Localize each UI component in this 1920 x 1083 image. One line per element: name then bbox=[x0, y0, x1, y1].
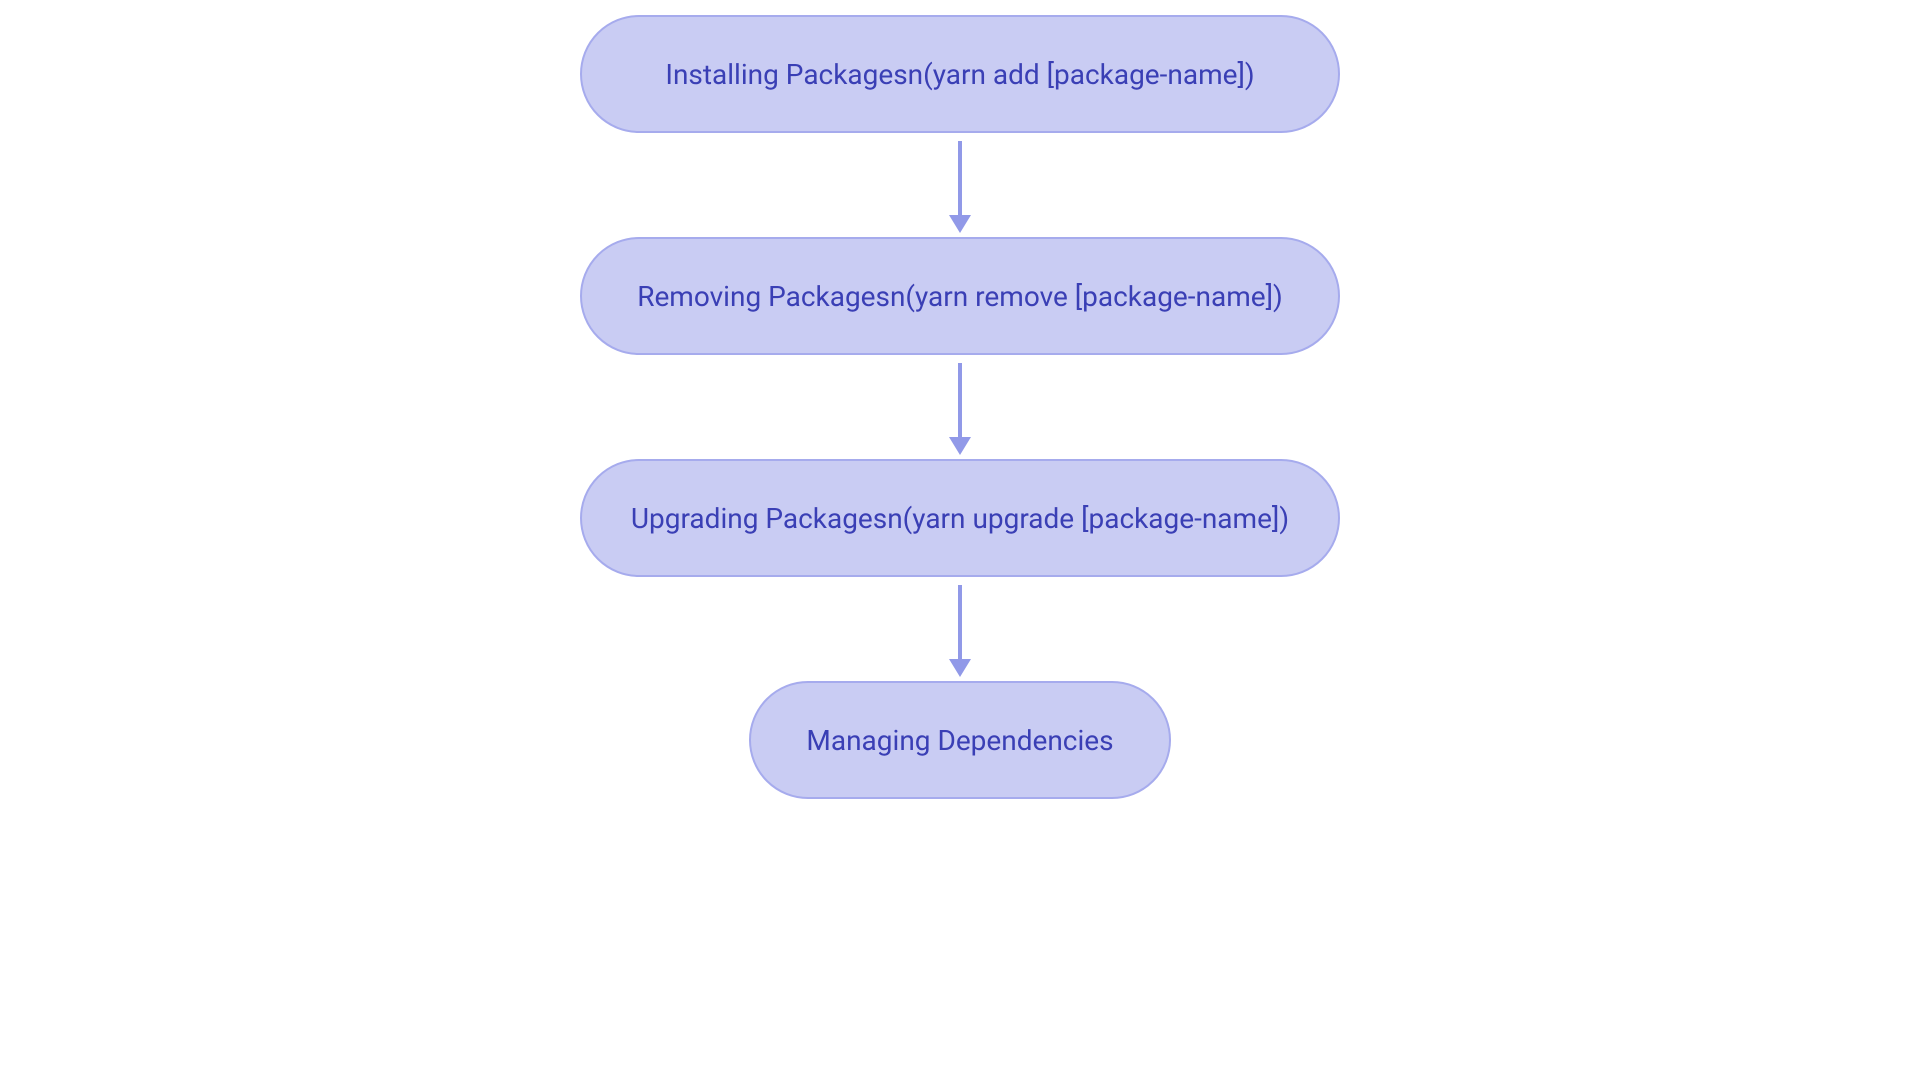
arrow-connector-3 bbox=[958, 577, 962, 681]
node-label: Managing Dependencies bbox=[806, 724, 1113, 757]
flowchart-node-upgrading: Upgrading Packagesn(yarn upgrade [packag… bbox=[580, 459, 1340, 577]
arrow-connector-1 bbox=[958, 133, 962, 237]
arrow-icon bbox=[958, 585, 962, 673]
arrow-icon bbox=[958, 363, 962, 451]
flowchart-node-removing: Removing Packagesn(yarn remove [package-… bbox=[580, 237, 1340, 355]
node-label: Installing Packagesn(yarn add [package-n… bbox=[665, 58, 1254, 91]
node-label: Upgrading Packagesn(yarn upgrade [packag… bbox=[631, 502, 1289, 535]
arrow-connector-2 bbox=[958, 355, 962, 459]
flowchart-node-managing: Managing Dependencies bbox=[749, 681, 1171, 799]
flowchart-node-installing: Installing Packagesn(yarn add [package-n… bbox=[580, 15, 1340, 133]
node-label: Removing Packagesn(yarn remove [package-… bbox=[637, 280, 1283, 313]
arrow-icon bbox=[958, 141, 962, 229]
